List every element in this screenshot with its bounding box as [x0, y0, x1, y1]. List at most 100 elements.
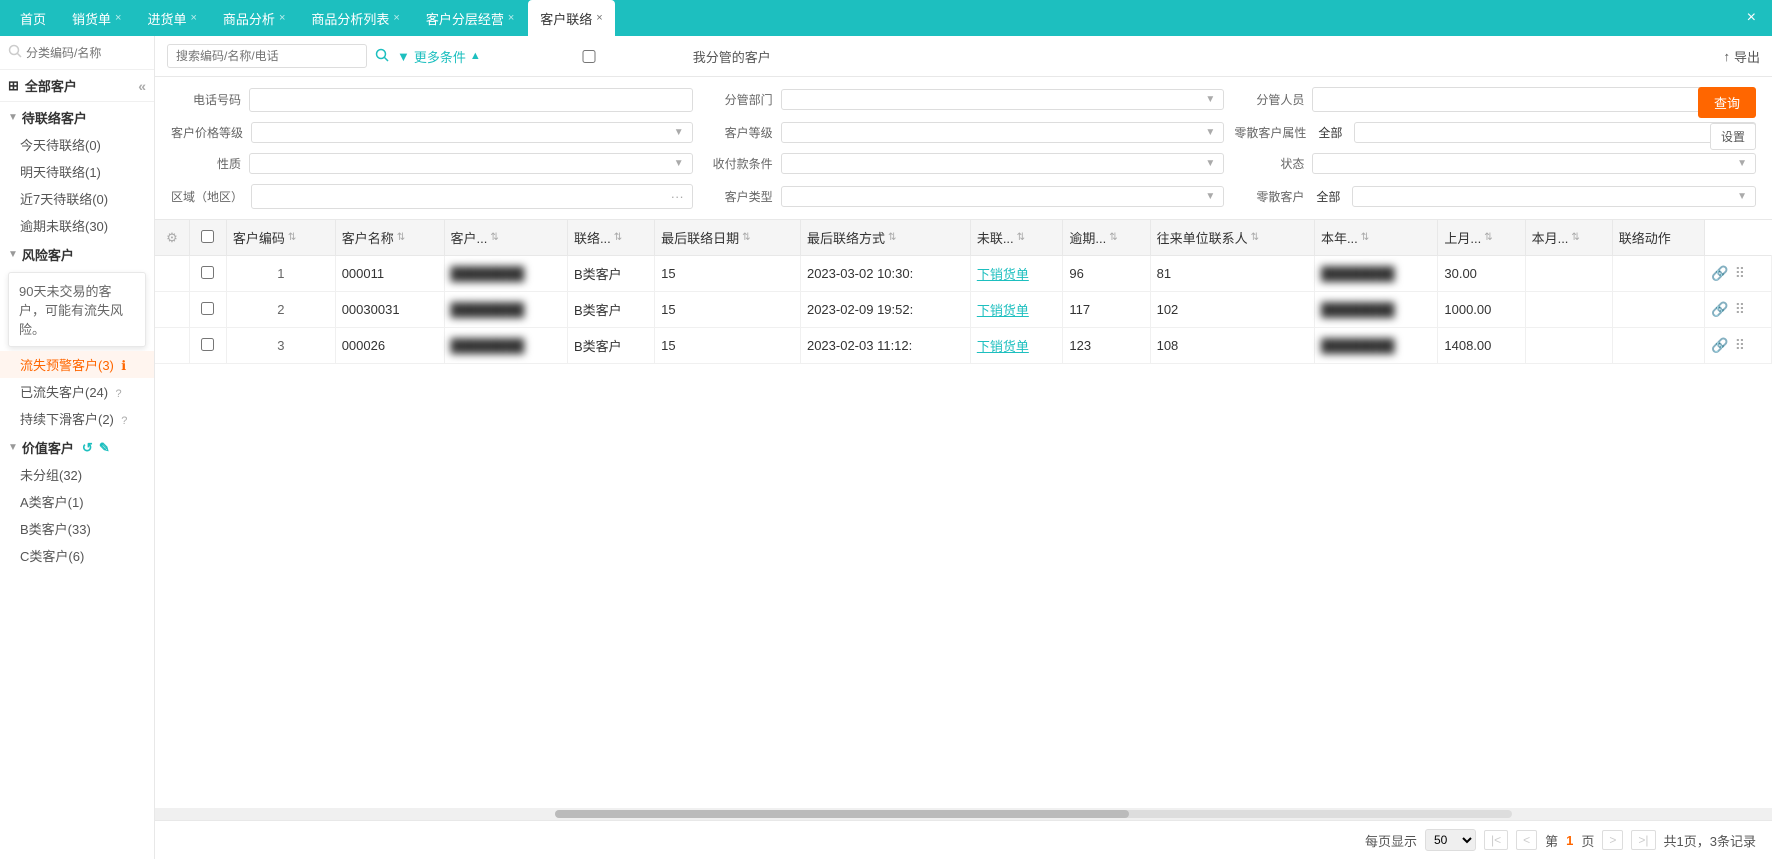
customer-type-select[interactable]: ▼ [781, 186, 1225, 207]
action-menu-icon-1[interactable]: ⠿ [1735, 301, 1745, 318]
th-type[interactable]: 客户... ⇅ [444, 220, 567, 256]
sidebar-group-risk[interactable]: ▼ 风险客户 [0, 239, 154, 268]
th-contacts[interactable]: 联络... ⇅ [567, 220, 654, 256]
sidebar-item-churn-warning[interactable]: 流失预警客户(3) ℹ [0, 351, 154, 378]
row-last-method-0[interactable]: 下销货单 [970, 256, 1063, 292]
nav-purchase-order[interactable]: 进货单 × [135, 0, 208, 36]
first-page-btn[interactable]: |< [1484, 830, 1508, 850]
th-settings[interactable]: ⚙ [155, 220, 189, 256]
export-btn[interactable]: ↑ 导出 [1723, 47, 1760, 66]
row-checkbox-cell-2[interactable] [189, 328, 226, 364]
row-checkbox-cell-1[interactable] [189, 292, 226, 328]
sidebar-collapse-btn[interactable]: « [138, 78, 146, 94]
row-contact-person-1: ████████ [1314, 292, 1437, 328]
payment-select[interactable]: ▼ [781, 153, 1225, 174]
scrollbar-track[interactable] [555, 810, 1512, 818]
refresh-icon[interactable]: ↺ [82, 440, 93, 456]
my-customers-checkbox[interactable] [489, 50, 689, 63]
edit-icon[interactable]: ✎ [99, 440, 110, 456]
sidebar-search-input[interactable] [26, 46, 155, 60]
th-checkbox[interactable] [189, 220, 226, 256]
sidebar-item-7days[interactable]: 近7天待联络(0) [0, 185, 154, 212]
prev-page-btn[interactable]: < [1516, 830, 1537, 850]
manager-select[interactable]: ··· [1312, 87, 1756, 112]
chevron-down-icon-7: ▼ [1737, 158, 1747, 169]
row-this-year-0: 30.00 [1438, 256, 1525, 292]
level-select[interactable]: ▼ [781, 122, 1225, 143]
row-last-method-2[interactable]: 下销货单 [970, 328, 1063, 364]
sort-icon-4: ⇅ [614, 232, 622, 243]
search-filter-icon[interactable] [375, 48, 389, 65]
horizontal-scrollbar[interactable] [155, 808, 1772, 820]
close-customer-contact[interactable]: × [596, 12, 602, 24]
retail-attr-select[interactable]: ▼ [1354, 122, 1756, 143]
query-button[interactable]: 查询 [1698, 87, 1756, 118]
status-select[interactable]: ▼ [1312, 153, 1756, 174]
sidebar-item-declining[interactable]: 持续下滑客户(2) ? [0, 405, 154, 432]
sidebar-item-class-b[interactable]: B类客户(33) [0, 515, 154, 542]
next-page-btn[interactable]: > [1602, 830, 1623, 850]
th-contact-person[interactable]: 往来单位联系人 ⇅ [1150, 220, 1314, 256]
sidebar-item-churned[interactable]: 已流失客户(24) ? [0, 378, 154, 405]
settings-button[interactable]: 设置 [1710, 123, 1756, 150]
my-customers-checkbox-label[interactable]: 我分管的客户 [489, 47, 771, 66]
search-input[interactable] [167, 44, 367, 68]
th-last-contact-date[interactable]: 最后联络日期 ⇅ [655, 220, 801, 256]
dots-icon-2[interactable]: ··· [671, 189, 684, 204]
sidebar-item-ungrouped[interactable]: 未分组(32) [0, 461, 154, 488]
nav-sales-order[interactable]: 销货单 × [60, 0, 133, 36]
th-last-month[interactable]: 上月... ⇅ [1438, 220, 1525, 256]
nav-customer-segments[interactable]: 客户分层经营 × [414, 0, 526, 36]
last-page-btn[interactable]: >| [1631, 830, 1655, 850]
th-overdue[interactable]: 逾期... ⇅ [1063, 220, 1150, 256]
per-page-select[interactable]: 50 100 200 [1425, 829, 1476, 851]
nav-product-analysis-list[interactable]: 商品分析列表 × [299, 0, 411, 36]
nav-home[interactable]: 首页 [8, 0, 58, 36]
sidebar-group-pending[interactable]: ▼ 待联络客户 [0, 102, 154, 131]
th-this-year[interactable]: 本年... ⇅ [1314, 220, 1437, 256]
th-last-contact-method[interactable]: 最后联络方式 ⇅ [800, 220, 970, 256]
sidebar-all-customers[interactable]: ⊞ 全部客户 « [0, 70, 154, 102]
close-customer-segments[interactable]: × [508, 12, 514, 24]
th-code[interactable]: 客户编码 ⇅ [226, 220, 335, 256]
th-name[interactable]: 客户名称 ⇅ [335, 220, 444, 256]
row-checkbox-cell-0[interactable] [189, 256, 226, 292]
price-level-select[interactable]: ▼ [251, 122, 693, 143]
scrollbar-thumb[interactable] [555, 810, 1129, 818]
action-menu-icon-2[interactable]: ⠿ [1735, 337, 1745, 354]
phone-input[interactable] [249, 88, 693, 112]
sort-icon-2: ⇅ [397, 232, 405, 243]
close-purchase-order[interactable]: × [190, 12, 196, 24]
sidebar-item-today[interactable]: 今天待联络(0) [0, 131, 154, 158]
window-close-btn[interactable]: × [1739, 9, 1764, 27]
th-this-month[interactable]: 本月... ⇅ [1525, 220, 1612, 256]
close-product-analysis[interactable]: × [279, 12, 285, 24]
more-conditions-btn[interactable]: ▼ 更多条件 ▲ [397, 47, 481, 66]
close-sales-order[interactable]: × [115, 12, 121, 24]
nav-customer-contact[interactable]: 客户联络 × [528, 0, 614, 36]
sidebar-item-tomorrow[interactable]: 明天待联络(1) [0, 158, 154, 185]
sidebar-item-class-c[interactable]: C类客户(6) [0, 542, 154, 569]
sidebar-item-overdue[interactable]: 逾期未联络(30) [0, 212, 154, 239]
nav-product-analysis[interactable]: 商品分析 × [211, 0, 297, 36]
action-link-icon-0[interactable]: 🔗 [1711, 265, 1728, 282]
sidebar-group-value[interactable]: ▼ 价值客户 ↺ ✎ [0, 432, 154, 461]
th-uncontacted[interactable]: 未联... ⇅ [970, 220, 1063, 256]
row-last-method-1[interactable]: 下销货单 [970, 292, 1063, 328]
dept-select[interactable]: ▼ [781, 89, 1225, 110]
filter-row-retail-attr: 零散客户属性 全部 ▼ [1234, 122, 1756, 143]
retail-customer-select[interactable]: ▼ [1352, 186, 1756, 207]
region-select[interactable]: ··· [251, 184, 693, 209]
action-link-icon-1[interactable]: 🔗 [1711, 301, 1728, 318]
action-menu-icon-0[interactable]: ⠿ [1735, 265, 1745, 282]
action-link-icon-2[interactable]: 🔗 [1711, 337, 1728, 354]
row-checkbox-2[interactable] [201, 338, 214, 351]
row-this-month-1 [1612, 292, 1705, 328]
table-row: 2 00030031 ████████ B类客户 15 2023-02-09 1… [155, 292, 1772, 328]
close-product-analysis-list[interactable]: × [393, 12, 399, 24]
select-all-checkbox[interactable] [201, 230, 214, 243]
row-checkbox-0[interactable] [201, 266, 214, 279]
row-checkbox-1[interactable] [201, 302, 214, 315]
nature-select[interactable]: ▼ [249, 153, 693, 174]
sidebar-item-class-a[interactable]: A类客户(1) [0, 488, 154, 515]
